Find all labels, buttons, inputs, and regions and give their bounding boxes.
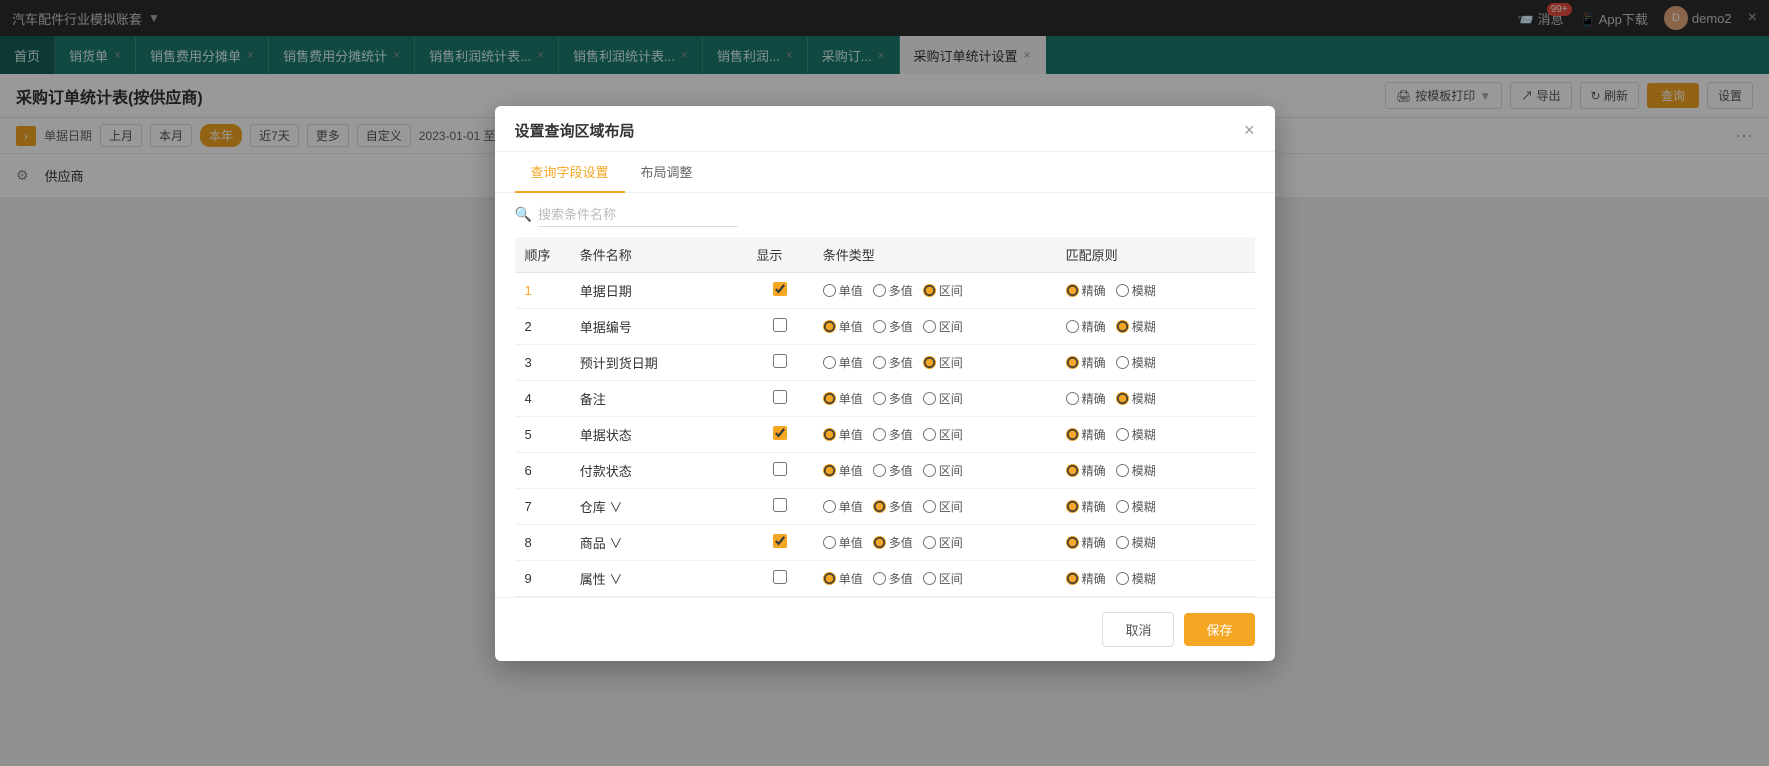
table-row: 6付款状态 单值多值区间精确模糊 [515,452,1255,488]
row-type-options: 单值多值区间 [813,308,1056,344]
dialog-close-button[interactable]: × [1244,121,1255,139]
table-row: 5单据状态 单值多值区间精确模糊 [515,416,1255,452]
dialog-footer: 取消 保存 [495,597,1275,661]
row-order: 4 [515,380,570,416]
th-order: 顺序 [515,237,570,273]
conditions-table: 顺序 条件名称 显示 条件类型 匹配原则 1单据日期单值多值区间精确模糊2单据编… [515,237,1255,597]
row-show-checkbox[interactable] [746,380,812,416]
dialog-search-area: 🔍 [495,193,1275,237]
table-row: 9属性 ∨ 单值多值区间精确模糊 [515,560,1255,596]
search-icon: 🔍 [515,206,532,223]
row-show-checkbox[interactable] [746,524,812,560]
th-show: 显示 [746,237,812,273]
row-match-options: 精确模糊 [1056,416,1255,452]
table-row: 8商品 ∨ 单值多值区间精确模糊 [515,524,1255,560]
row-show-checkbox[interactable] [746,272,812,308]
row-type-options: 单值多值区间 [813,416,1056,452]
row-condition-name: 备注 [570,380,747,416]
row-order: 7 [515,488,570,524]
row-match-options: 精确模糊 [1056,524,1255,560]
dialog-tabs: 查询字段设置 布局调整 [495,152,1275,193]
row-match-options: 精确模糊 [1056,488,1255,524]
cancel-button[interactable]: 取消 [1102,612,1174,647]
row-show-checkbox[interactable] [746,344,812,380]
row-type-options: 单值多值区间 [813,272,1056,308]
dialog-tab-layout[interactable]: 布局调整 [625,152,709,193]
row-match-options: 精确模糊 [1056,560,1255,596]
row-match-options: 精确模糊 [1056,452,1255,488]
row-type-options: 单值多值区间 [813,488,1056,524]
row-condition-name: 单据编号 [570,308,747,344]
table-row: 3预计到货日期 单值多值区间精确模糊 [515,344,1255,380]
row-match-options: 精确模糊 [1056,308,1255,344]
th-name: 条件名称 [570,237,747,273]
save-button[interactable]: 保存 [1184,613,1254,646]
row-order: 2 [515,308,570,344]
modal-overlay: 设置查询区域布局 × 查询字段设置 布局调整 🔍 顺序 条件名称 [0,0,1769,766]
row-match-options: 精确模糊 [1056,380,1255,416]
row-type-options: 单值多值区间 [813,524,1056,560]
table-row: 1单据日期 单值多值区间精确模糊 [515,272,1255,308]
row-type-options: 单值多值区间 [813,560,1056,596]
row-condition-name: 付款状态 [570,452,747,488]
row-order: 1 [515,272,570,308]
row-order: 5 [515,416,570,452]
dialog-header: 设置查询区域布局 × [495,106,1275,152]
th-match: 匹配原则 [1056,237,1255,273]
row-condition-name: 商品 ∨ [570,524,747,560]
row-order: 8 [515,524,570,560]
row-order: 9 [515,560,570,596]
row-condition-name: 预计到货日期 [570,344,747,380]
th-type: 条件类型 [813,237,1056,273]
row-match-options: 精确模糊 [1056,344,1255,380]
row-type-options: 单值多值区间 [813,380,1056,416]
table-row: 7仓库 ∨ 单值多值区间精确模糊 [515,488,1255,524]
row-match-options: 精确模糊 [1056,272,1255,308]
row-show-checkbox[interactable] [746,416,812,452]
row-show-checkbox[interactable] [746,488,812,524]
table-row: 4备注 单值多值区间精确模糊 [515,380,1255,416]
row-order: 3 [515,344,570,380]
table-row: 2单据编号 单值多值区间精确模糊 [515,308,1255,344]
row-condition-name: 单据状态 [570,416,747,452]
row-condition-name: 单据日期 [570,272,747,308]
row-condition-name: 属性 ∨ [570,560,747,596]
dialog-tab-query-fields[interactable]: 查询字段设置 [515,152,625,193]
row-show-checkbox[interactable] [746,452,812,488]
row-show-checkbox[interactable] [746,560,812,596]
row-show-checkbox[interactable] [746,308,812,344]
dialog-title: 设置查询区域布局 [515,120,635,141]
settings-dialog: 设置查询区域布局 × 查询字段设置 布局调整 🔍 顺序 条件名称 [495,106,1275,661]
dialog-table-wrapper: 顺序 条件名称 显示 条件类型 匹配原则 1单据日期单值多值区间精确模糊2单据编… [495,237,1275,597]
row-type-options: 单值多值区间 [813,344,1056,380]
row-type-options: 单值多值区间 [813,452,1056,488]
row-order: 6 [515,452,570,488]
search-input[interactable] [538,203,738,227]
row-condition-name: 仓库 ∨ [570,488,747,524]
